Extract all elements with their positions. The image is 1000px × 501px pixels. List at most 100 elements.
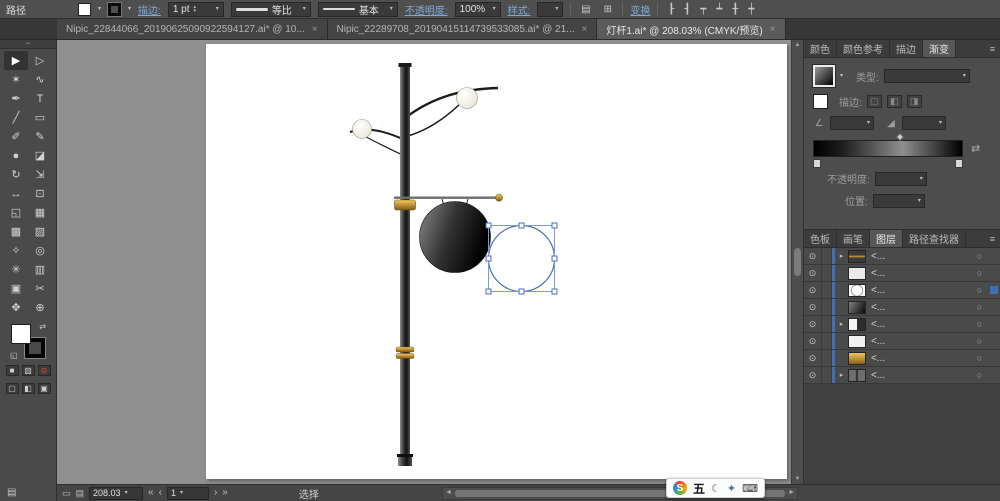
layer-row-6[interactable]: ⊙ <... ○ [804,333,1000,350]
reverse-gradient-icon[interactable]: ⇄ [971,142,980,155]
pencil-tool[interactable]: ✎ [28,127,52,146]
style-combo[interactable]: ▾ [537,1,564,17]
gradient-opacity-combo[interactable]: ▾ [874,171,927,186]
last-artboard-button[interactable]: » [222,488,228,498]
layer-thumbnail[interactable] [848,317,866,331]
layer-name[interactable]: <... [871,268,972,279]
keyboard-icon[interactable]: ⌨ [742,482,758,495]
fill-proxy-swatch[interactable] [11,324,31,344]
lock-column[interactable] [822,350,832,366]
gradient-thumbnail[interactable] [812,64,836,88]
visibility-eye-icon[interactable]: ⊙ [804,265,822,281]
expand-triangle-icon[interactable]: ▸ [835,252,848,260]
align-center-v-icon[interactable]: ┿ [745,4,757,15]
ime-mode-label[interactable]: 五 [693,480,705,497]
scroll-down-icon[interactable]: ▼ [792,476,803,482]
layer-target-icon[interactable]: ○ [972,336,987,346]
lasso-tool[interactable]: ∿ [28,70,52,89]
lamp-artwork[interactable] [206,44,787,479]
fill-caret-icon[interactable]: ▾ [98,6,101,12]
hand-tool[interactable]: ✥ [4,298,28,317]
layer-name[interactable]: <... [871,370,972,381]
visibility-eye-icon[interactable]: ⊙ [804,248,822,264]
style-caret-icon[interactable]: ▾ [555,6,558,12]
lock-column[interactable] [822,316,832,332]
layer-name[interactable]: <... [871,336,972,347]
gradient-ramp[interactable] [813,140,963,157]
toolbar-grabber[interactable]: ▪▪ [0,40,56,49]
tab-color-guide[interactable]: 颜色参考 [837,40,890,57]
lock-column[interactable] [822,367,832,383]
document-setup-icon[interactable]: ▤ [578,4,593,15]
close-icon[interactable]: × [582,24,588,35]
lock-column[interactable] [822,282,832,298]
document-tab-1[interactable]: Nipic_22844066_20190625090922594127.ai* … [57,19,328,39]
layer-target-icon[interactable]: ○ [972,302,987,312]
selected-circle-path[interactable] [487,224,556,293]
layer-target-icon[interactable]: ○ [972,319,987,329]
layer-name[interactable]: <... [871,285,972,296]
opacity-combo[interactable]: 100% ▾ [454,1,501,17]
document-tab-3-active[interactable]: 灯杆1.ai* @ 208.03% (CMYK/预览) × [597,19,786,39]
layer-name[interactable]: <... [871,353,972,364]
angle-caret-icon[interactable]: ▾ [867,120,870,126]
scroll-left-icon[interactable]: ◄ [445,489,452,496]
vertical-scrollbar[interactable]: ▲ ▼ [791,40,803,484]
gradient-stroke-across-icon[interactable]: ◨ [906,95,922,108]
lock-column[interactable] [822,265,832,281]
tab-color[interactable]: 颜色 [804,40,837,57]
visibility-eye-icon[interactable]: ⊙ [804,299,822,315]
stroke-link[interactable]: 描边: [138,2,161,17]
direct-selection-tool[interactable]: ▷ [28,51,52,70]
gradient-fill-proxy[interactable] [813,94,828,109]
layer-row-4[interactable]: ⊙ <... ○ [804,299,1000,316]
swap-fill-stroke-icon[interactable]: ⇄ [39,322,46,331]
slice-tool[interactable]: ✂ [28,279,52,298]
width-tool[interactable]: ↔ [4,184,28,203]
opacity-link[interactable]: 不透明度: [405,2,448,17]
gradient-stop-right[interactable] [955,159,963,168]
transform-link[interactable]: 变换 [630,2,650,17]
gradient-thumb-caret-icon[interactable]: ▾ [840,73,843,79]
sogou-ime-bar[interactable]: S 五 ☾ ✦ ⌨ [666,478,765,498]
selection-tool[interactable]: ▶ [4,51,28,70]
layer-row-7[interactable]: ⊙ <... ○ [804,350,1000,367]
align-right-icon[interactable]: ┨ [681,4,693,15]
lock-column[interactable] [822,248,832,264]
layer-target-icon[interactable]: ○ [972,285,987,295]
eraser-tool[interactable]: ◪ [28,146,52,165]
perspective-grid-tool[interactable]: ▦ [28,203,52,222]
vertical-scroll-thumb[interactable] [794,248,801,276]
blob-brush-tool[interactable]: ● [4,146,28,165]
skin-icon[interactable]: ✦ [727,482,736,495]
preferences-icon[interactable]: ⊞ [600,4,615,15]
next-artboard-button[interactable]: › [214,488,217,498]
gradient-stroke-within-icon[interactable]: ▢ [866,95,882,108]
document-tab-2[interactable]: Nipic_22289708_20190415114739533085.ai* … [327,19,598,39]
rectangle-tool[interactable]: ▭ [28,108,52,127]
visibility-eye-icon[interactable]: ⊙ [804,350,822,366]
gradient-type-combo[interactable]: ▾ [883,69,970,83]
first-artboard-button[interactable]: « [148,488,154,498]
layer-target-icon[interactable]: ○ [972,268,987,278]
width-profile-combo[interactable]: 等比 ▾ [230,1,311,17]
align-top-icon[interactable]: ┯ [697,4,709,15]
close-icon[interactable]: × [312,24,318,35]
lock-column[interactable] [822,333,832,349]
line-tool[interactable]: ╱ [4,108,28,127]
paintbrush-tool[interactable]: ✐ [4,127,28,146]
magic-wand-tool[interactable]: ✶ [4,70,28,89]
close-icon[interactable]: × [770,24,776,35]
panel-menu-icon[interactable]: ≡ [985,230,1000,247]
angle-combo[interactable]: ▾ [830,116,874,130]
default-fill-stroke-icon[interactable]: ◱ [10,351,18,360]
gradient-mode-button[interactable]: ▨ [21,365,35,376]
fill-color-swatch[interactable] [78,2,91,16]
layer-row-8[interactable]: ⊙ ▸ <... ○ [804,367,1000,384]
status-icon-1[interactable]: ▭ [62,488,71,499]
layer-target-icon[interactable]: ○ [972,353,987,363]
canvas-area[interactable]: ▲ ▼ [57,40,803,484]
artboard[interactable] [206,44,787,479]
none-mode-button[interactable]: ⊘ [37,365,51,376]
location-caret-icon[interactable]: ▾ [918,198,921,204]
